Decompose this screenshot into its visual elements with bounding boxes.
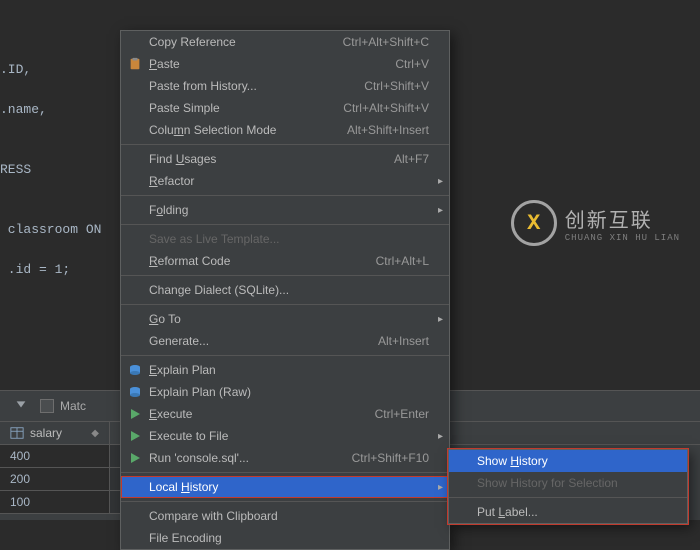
play-icon [127,452,143,464]
arrow-down-icon[interactable] [14,397,28,415]
menu-explain-plan-raw[interactable]: Explain Plan (Raw) [121,381,449,403]
menu-file-encoding[interactable]: File Encoding [121,527,449,549]
submenu-arrow-icon: ▸ [438,482,443,493]
menu-local-history[interactable]: Local History▸ [121,476,449,498]
match-case-checkbox[interactable]: Matc [40,399,86,413]
local-history-submenu: Show History Show History for Selection … [448,449,688,524]
column-header-salary[interactable]: salary ◆ [0,422,110,444]
menu-generate[interactable]: Generate...Alt+Insert [121,330,449,352]
watermark-logo: X 创新互联 CHUANG XIN HU LIAN [511,200,680,246]
submenu-arrow-icon: ▸ [438,431,443,442]
menu-compare-clipboard[interactable]: Compare with Clipboard [121,505,449,527]
menu-save-live-template: Save as Live Template... [121,228,449,250]
menu-separator [121,195,449,196]
submenu-show-history[interactable]: Show History [449,450,687,472]
cell-salary[interactable]: 200 [0,468,110,491]
database-icon [127,364,143,376]
menu-change-dialect[interactable]: Change Dialect (SQLite)... [121,279,449,301]
menu-separator [121,144,449,145]
menu-execute-to-file[interactable]: Execute to File▸ [121,425,449,447]
submenu-arrow-icon: ▸ [438,314,443,325]
menu-paste-from-history[interactable]: Paste from History...Ctrl+Shift+V [121,75,449,97]
cell-salary[interactable]: 400 [0,445,110,468]
watermark-text-py: CHUANG XIN HU LIAN [565,233,680,243]
sort-icon[interactable]: ◆ [91,428,99,439]
table-icon [10,426,24,440]
menu-separator [121,224,449,225]
submenu-arrow-icon: ▸ [438,205,443,216]
match-case-label: Matc [60,399,86,413]
menu-explain-plan[interactable]: Explain Plan [121,359,449,381]
menu-copy-reference[interactable]: Copy ReferenceCtrl+Alt+Shift+C [121,31,449,53]
menu-find-usages[interactable]: Find UsagesAlt+F7 [121,148,449,170]
context-menu: Copy ReferenceCtrl+Alt+Shift+C PasteCtrl… [120,30,450,550]
menu-folding[interactable]: Folding▸ [121,199,449,221]
menu-paste[interactable]: PasteCtrl+V [121,53,449,75]
menu-separator [121,275,449,276]
play-icon [127,430,143,442]
menu-separator [121,355,449,356]
menu-refactor[interactable]: Refactor▸ [121,170,449,192]
menu-separator [449,497,687,498]
menu-run-console[interactable]: Run 'console.sql'...Ctrl+Shift+F10 [121,447,449,469]
cell-salary[interactable]: 100 [0,491,110,514]
checkbox-icon [40,399,54,413]
menu-column-selection-mode[interactable]: Column Selection ModeAlt+Shift+Insert [121,119,449,141]
submenu-arrow-icon: ▸ [438,176,443,187]
menu-separator [121,501,449,502]
menu-separator [121,472,449,473]
paste-icon [127,57,143,71]
watermark-text-cn: 创新互联 [565,204,680,233]
menu-go-to[interactable]: Go To▸ [121,308,449,330]
submenu-show-history-selection: Show History for Selection [449,472,687,494]
watermark-ring-icon: X [511,200,557,246]
play-icon [127,408,143,420]
menu-separator [121,304,449,305]
database-icon [127,386,143,398]
menu-execute[interactable]: ExecuteCtrl+Enter [121,403,449,425]
menu-paste-simple[interactable]: Paste SimpleCtrl+Alt+Shift+V [121,97,449,119]
menu-reformat-code[interactable]: Reformat CodeCtrl+Alt+L [121,250,449,272]
